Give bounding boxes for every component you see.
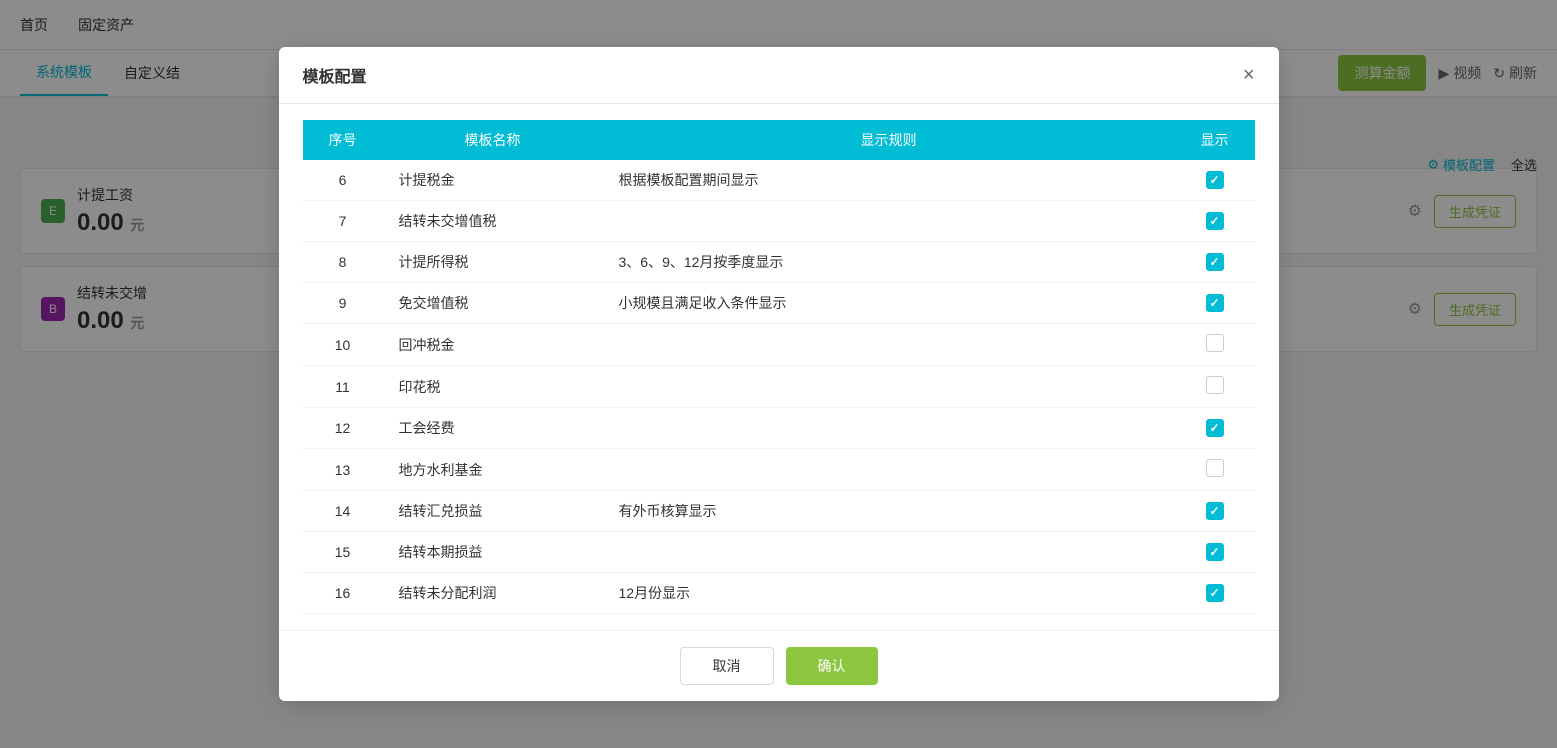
row-rule xyxy=(603,532,1175,573)
row-checkbox[interactable] xyxy=(1206,171,1224,189)
row-checkbox[interactable] xyxy=(1206,212,1224,230)
row-id: 6 xyxy=(303,160,383,201)
row-name: 结转本期损益 xyxy=(383,532,603,573)
row-checkbox[interactable] xyxy=(1206,376,1224,394)
template-config-modal: 模板配置 × 序号 模板名称 显示规则 显示 6计提税金根据模板配置期间显示7结… xyxy=(279,47,1279,701)
row-check-cell xyxy=(1175,491,1255,532)
modal-title: 模板配置 xyxy=(303,63,367,87)
modal-close-button[interactable]: × xyxy=(1243,65,1255,85)
table-row: 7结转未交增值税 xyxy=(303,201,1255,242)
row-name: 结转汇兑损益 xyxy=(383,491,603,532)
row-check-cell xyxy=(1175,573,1255,614)
row-rule xyxy=(603,449,1175,491)
row-id: 14 xyxy=(303,491,383,532)
row-name: 地方水利基金 xyxy=(383,449,603,491)
row-check-cell xyxy=(1175,283,1255,324)
col-header-show: 显示 xyxy=(1175,120,1255,160)
row-id: 12 xyxy=(303,408,383,449)
table-row: 15结转本期损益 xyxy=(303,532,1255,573)
row-checkbox[interactable] xyxy=(1206,253,1224,271)
row-name: 免交增值税 xyxy=(383,283,603,324)
row-rule xyxy=(603,201,1175,242)
row-rule: 有外币核算显示 xyxy=(603,491,1175,532)
row-rule xyxy=(603,366,1175,408)
row-checkbox[interactable] xyxy=(1206,459,1224,477)
col-header-id: 序号 xyxy=(303,120,383,160)
row-id: 10 xyxy=(303,324,383,366)
row-check-cell xyxy=(1175,160,1255,201)
row-checkbox[interactable] xyxy=(1206,294,1224,312)
modal-overlay: 模板配置 × 序号 模板名称 显示规则 显示 6计提税金根据模板配置期间显示7结… xyxy=(0,0,1557,748)
row-rule: 小规模且满足收入条件显示 xyxy=(603,283,1175,324)
row-id: 15 xyxy=(303,532,383,573)
row-id: 11 xyxy=(303,366,383,408)
row-id: 9 xyxy=(303,283,383,324)
row-rule: 3、6、9、12月按季度显示 xyxy=(603,242,1175,283)
row-name: 印花税 xyxy=(383,366,603,408)
row-rule xyxy=(603,324,1175,366)
modal-body: 序号 模板名称 显示规则 显示 6计提税金根据模板配置期间显示7结转未交增值税8… xyxy=(279,104,1279,630)
table-row: 16结转未分配利润12月份显示 xyxy=(303,573,1255,614)
table-row: 13地方水利基金 xyxy=(303,449,1255,491)
row-check-cell xyxy=(1175,324,1255,366)
cancel-button[interactable]: 取消 xyxy=(680,647,774,685)
row-check-cell xyxy=(1175,242,1255,283)
row-name: 计提所得税 xyxy=(383,242,603,283)
row-check-cell xyxy=(1175,408,1255,449)
row-rule xyxy=(603,408,1175,449)
row-checkbox[interactable] xyxy=(1206,584,1224,602)
row-check-cell xyxy=(1175,366,1255,408)
row-check-cell xyxy=(1175,449,1255,491)
row-name: 结转未交增值税 xyxy=(383,201,603,242)
table-row: 11印花税 xyxy=(303,366,1255,408)
row-checkbox[interactable] xyxy=(1206,334,1224,352)
row-name: 计提税金 xyxy=(383,160,603,201)
confirm-button[interactable]: 确认 xyxy=(786,647,878,685)
row-check-cell xyxy=(1175,532,1255,573)
table-row: 10回冲税金 xyxy=(303,324,1255,366)
row-name: 结转未分配利润 xyxy=(383,573,603,614)
table-row: 6计提税金根据模板配置期间显示 xyxy=(303,160,1255,201)
config-table: 序号 模板名称 显示规则 显示 6计提税金根据模板配置期间显示7结转未交增值税8… xyxy=(303,120,1255,614)
row-checkbox[interactable] xyxy=(1206,419,1224,437)
row-rule: 根据模板配置期间显示 xyxy=(603,160,1175,201)
table-row: 8计提所得税3、6、9、12月按季度显示 xyxy=(303,242,1255,283)
row-rule: 12月份显示 xyxy=(603,573,1175,614)
row-name: 回冲税金 xyxy=(383,324,603,366)
col-header-name: 模板名称 xyxy=(383,120,603,160)
row-name: 工会经费 xyxy=(383,408,603,449)
table-row: 14结转汇兑损益有外币核算显示 xyxy=(303,491,1255,532)
table-row: 9免交增值税小规模且满足收入条件显示 xyxy=(303,283,1255,324)
row-checkbox[interactable] xyxy=(1206,502,1224,520)
row-id: 13 xyxy=(303,449,383,491)
row-id: 7 xyxy=(303,201,383,242)
col-header-rule: 显示规则 xyxy=(603,120,1175,160)
row-id: 16 xyxy=(303,573,383,614)
table-row: 12工会经费 xyxy=(303,408,1255,449)
row-id: 8 xyxy=(303,242,383,283)
row-check-cell xyxy=(1175,201,1255,242)
row-checkbox[interactable] xyxy=(1206,543,1224,561)
